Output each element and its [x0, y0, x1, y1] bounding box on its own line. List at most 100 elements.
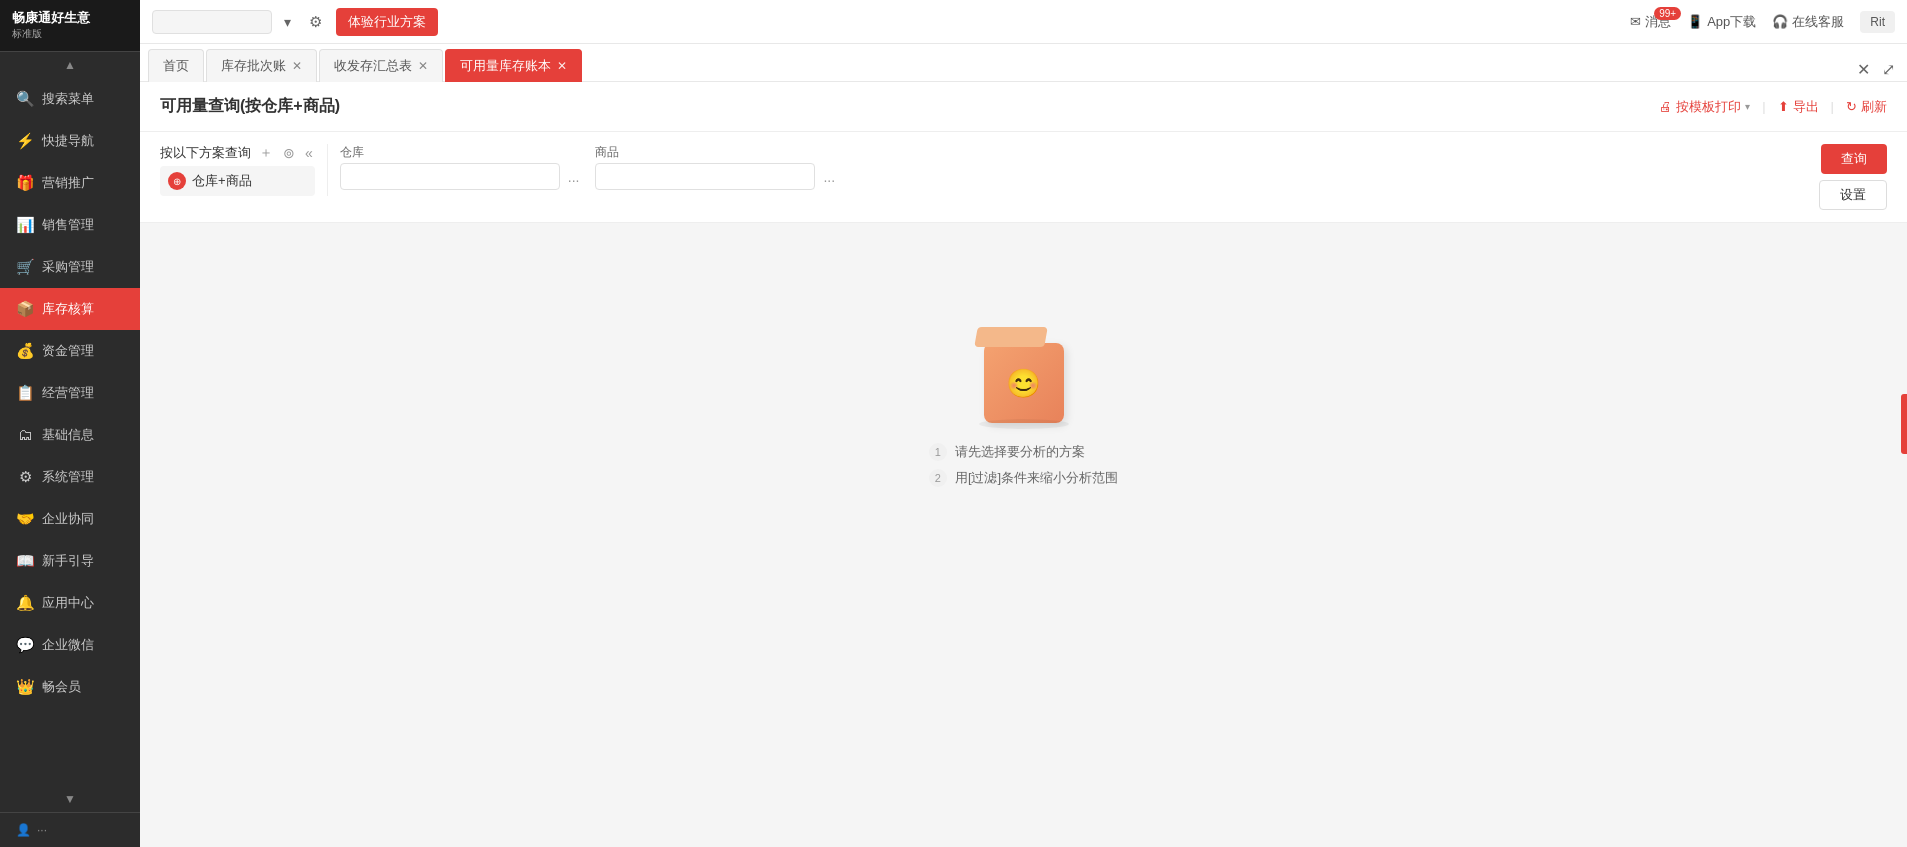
- sales-icon: 📊: [16, 216, 34, 234]
- sidebar-item-marketing[interactable]: 🎁 营销推广: [0, 162, 140, 204]
- tip-text-1: 请先选择要分析的方案: [955, 443, 1085, 461]
- warehouse-more-btn[interactable]: ...: [564, 167, 584, 187]
- tip-num-2: 2: [929, 469, 947, 487]
- marketing-icon: 🎁: [16, 174, 34, 192]
- sidebar-item-purchase[interactable]: 🛒 采购管理: [0, 246, 140, 288]
- logo-sub: 标准版: [12, 27, 128, 41]
- empty-tips: 1 请先选择要分析的方案 2 用[过滤]条件来缩小分析范围: [929, 443, 1118, 487]
- tab-home[interactable]: 首页: [148, 49, 204, 82]
- empty-illustration: [964, 303, 1084, 423]
- sidebar-item-label: 基础信息: [42, 426, 94, 444]
- sidebar-item-newbie[interactable]: 📖 新手引导: [0, 540, 140, 582]
- sidebar-item-wechat[interactable]: 💬 企业微信: [0, 624, 140, 666]
- sidebar-item-label: 资金管理: [42, 342, 94, 360]
- sidebar-item-member[interactable]: 👑 畅会员: [0, 666, 140, 708]
- right-edge-indicator: [1901, 394, 1907, 454]
- scheme-item-warehouse-goods[interactable]: ⊕ 仓库+商品: [160, 166, 315, 196]
- topbar-search-input[interactable]: [152, 10, 272, 34]
- sidebar-nav: 🔍 搜索菜单 ⚡ 快捷导航 🎁 营销推广 📊 销售管理 🛒 采购管理 📦 库存核…: [0, 78, 140, 786]
- msg-badge: 99+: [1654, 7, 1681, 20]
- empty-shadow: [979, 419, 1069, 429]
- sidebar-item-basic[interactable]: 🗂 基础信息: [0, 414, 140, 456]
- topbar-app-btn[interactable]: 📱 App下载: [1687, 13, 1756, 31]
- sidebar-item-search[interactable]: 🔍 搜索菜单: [0, 78, 140, 120]
- query-btn[interactable]: 查询: [1821, 144, 1887, 174]
- filter-scheme-title: 按以下方案查询: [160, 144, 251, 162]
- template-print-btn[interactable]: 🖨 按模板打印 ▾: [1659, 98, 1750, 116]
- topbar-user-btn[interactable]: Rit: [1860, 11, 1895, 33]
- add-scheme-btn[interactable]: ＋: [257, 144, 275, 162]
- collapse-scheme-btn[interactable]: «: [303, 145, 315, 161]
- chevron-down-icon: ▾: [1745, 101, 1750, 112]
- sidebar-item-label: 企业协同: [42, 510, 94, 528]
- tab-batch[interactable]: 库存批次账 ✕: [206, 49, 317, 82]
- tab-summary-label: 收发存汇总表: [334, 57, 412, 75]
- tab-summary[interactable]: 收发存汇总表 ✕: [319, 49, 443, 82]
- template-print-label: 按模板打印: [1676, 98, 1741, 116]
- export-label: 导出: [1793, 98, 1819, 116]
- topbar-service-btn[interactable]: 🎧 在线客服: [1772, 13, 1844, 31]
- export-btn[interactable]: ⬆ 导出: [1778, 98, 1819, 116]
- sidebar-logo: 畅康通好生意 标准版: [0, 0, 140, 52]
- sidebar-item-inventory[interactable]: 📦 库存核算: [0, 288, 140, 330]
- inventory-icon: 📦: [16, 300, 34, 318]
- msg-icon: ✉: [1630, 14, 1641, 29]
- main-area: ▾ ⚙ 体验行业方案 ✉ 消息 99+ 📱 App下载 🎧 在线客服 Rit: [140, 0, 1907, 847]
- member-icon: 👑: [16, 678, 34, 696]
- tab-available[interactable]: 可用量库存账本 ✕: [445, 49, 582, 82]
- sidebar-bottom-user[interactable]: 👤 ···: [0, 812, 140, 847]
- user-avatar-icon: 👤: [16, 823, 31, 837]
- sidebar-item-enterprise[interactable]: 🤝 企业协同: [0, 498, 140, 540]
- scroll-down-btn[interactable]: ▼: [0, 786, 140, 812]
- finance-icon: 💰: [16, 342, 34, 360]
- sidebar-item-label: 企业微信: [42, 636, 94, 654]
- sidebar-item-label: 采购管理: [42, 258, 94, 276]
- filter-scheme: 按以下方案查询 ＋ ⊚ « ⊕ 仓库+商品: [160, 144, 328, 196]
- experience-btn[interactable]: 体验行业方案: [336, 8, 438, 36]
- empty-tip-1: 1 请先选择要分析的方案: [929, 443, 1118, 461]
- tab-home-label: 首页: [163, 57, 189, 75]
- newbie-icon: 📖: [16, 552, 34, 570]
- setting-btn[interactable]: 设置: [1819, 180, 1887, 210]
- sidebar-item-label: 畅会员: [42, 678, 81, 696]
- warehouse-label: 仓库: [340, 144, 584, 161]
- manage-scheme-btn[interactable]: ⊚: [281, 145, 297, 161]
- sidebar-user-label: ···: [37, 823, 47, 837]
- sidebar-item-shortcut[interactable]: ⚡ 快捷导航: [0, 120, 140, 162]
- sidebar-item-finance[interactable]: 💰 资金管理: [0, 330, 140, 372]
- tab-available-label: 可用量库存账本: [460, 57, 551, 75]
- app-label: App下载: [1707, 13, 1756, 31]
- operation-icon: 📋: [16, 384, 34, 402]
- tab-summary-close[interactable]: ✕: [418, 60, 428, 72]
- goods-input[interactable]: [595, 163, 815, 190]
- topbar-msg-btn[interactable]: ✉ 消息 99+: [1630, 13, 1671, 31]
- tabs-end-btns: ✕ ⤢: [1853, 58, 1907, 81]
- sidebar-item-operation[interactable]: 📋 经营管理: [0, 372, 140, 414]
- scheme-item-icon: ⊕: [168, 172, 186, 190]
- sidebar-item-label: 营销推广: [42, 174, 94, 192]
- sidebar-item-system[interactable]: ⚙ 系统管理: [0, 456, 140, 498]
- tab-expand-btn[interactable]: ⤢: [1878, 58, 1899, 81]
- tab-available-close[interactable]: ✕: [557, 60, 567, 72]
- topbar-right: ✉ 消息 99+ 📱 App下载 🎧 在线客服 Rit: [1630, 11, 1895, 33]
- tab-close-all-btn[interactable]: ✕: [1853, 58, 1874, 81]
- warehouse-input[interactable]: [340, 163, 560, 190]
- sidebar-item-label: 系统管理: [42, 468, 94, 486]
- filter-field-warehouse: 仓库 ...: [340, 144, 584, 190]
- page-actions: 🖨 按模板打印 ▾ | ⬆ 导出 | ↻ 刷新: [1659, 98, 1887, 116]
- sidebar-item-label: 销售管理: [42, 216, 94, 234]
- sidebar-item-sales[interactable]: 📊 销售管理: [0, 204, 140, 246]
- topbar-dropdown-btn[interactable]: ▾: [280, 12, 295, 32]
- content-area: 可用量查询(按仓库+商品) 🖨 按模板打印 ▾ | ⬆ 导出 | ↻ 刷新: [140, 82, 1907, 847]
- tab-batch-close[interactable]: ✕: [292, 60, 302, 72]
- refresh-btn[interactable]: ↻ 刷新: [1846, 98, 1887, 116]
- apps-icon: 🔔: [16, 594, 34, 612]
- headset-icon: 🎧: [1772, 14, 1788, 29]
- sidebar: 畅康通好生意 标准版 ▲ 🔍 搜索菜单 ⚡ 快捷导航 🎁 营销推广 📊 销售管理…: [0, 0, 140, 847]
- goods-more-btn[interactable]: ...: [819, 167, 839, 187]
- topbar: ▾ ⚙ 体验行业方案 ✉ 消息 99+ 📱 App下载 🎧 在线客服 Rit: [140, 0, 1907, 44]
- topbar-gear-btn[interactable]: ⚙: [303, 11, 328, 33]
- scroll-up-btn[interactable]: ▲: [0, 52, 140, 78]
- sidebar-item-apps[interactable]: 🔔 应用中心: [0, 582, 140, 624]
- user-name: Rit: [1870, 15, 1885, 29]
